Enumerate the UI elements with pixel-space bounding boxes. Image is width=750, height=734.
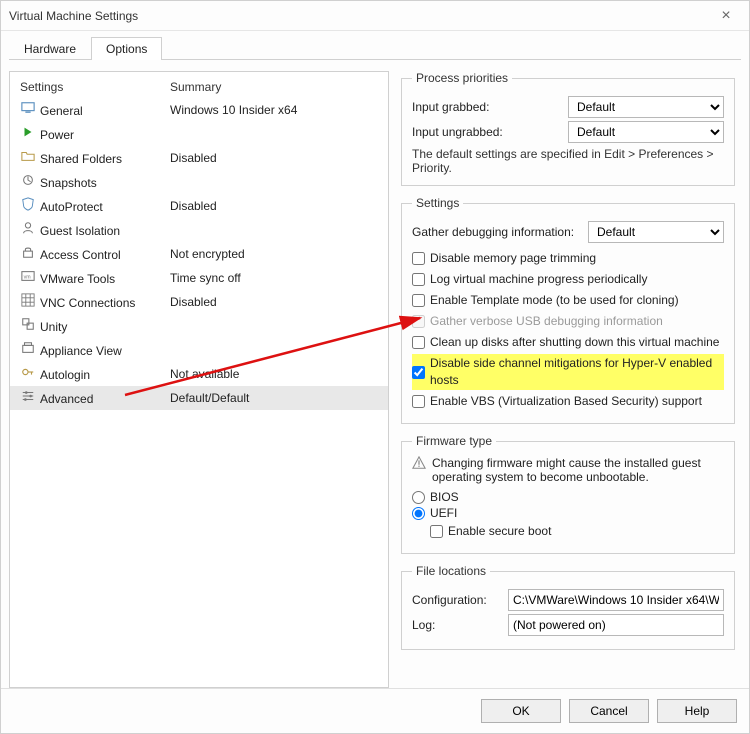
unity-icon	[20, 316, 36, 332]
log-label: Log:	[412, 618, 502, 632]
list-item-summary: Not encrypted	[170, 245, 378, 263]
sliders-icon	[20, 388, 36, 404]
screen-icon	[20, 100, 36, 116]
list-header: Settings Summary	[10, 78, 388, 98]
cancel-button[interactable]: Cancel	[569, 699, 649, 723]
list-item-name: Advanced	[40, 392, 93, 406]
cb-log-progress[interactable]: Log virtual machine progress periodicall…	[412, 270, 724, 289]
power-icon	[20, 124, 36, 140]
firmware-warning: Changing firmware might cause the instal…	[432, 456, 724, 484]
cb-vbs-support[interactable]: Enable VBS (Virtualization Based Securit…	[412, 392, 724, 411]
list-row-power[interactable]: Power	[10, 122, 388, 146]
list-item-summary: Disabled	[170, 197, 378, 215]
col-summary-header: Summary	[170, 80, 378, 94]
list-item-name: General	[40, 104, 83, 118]
file-locations-legend: File locations	[412, 564, 490, 578]
snapshot-icon	[20, 172, 36, 188]
list-row-vnc-connections[interactable]: VNC Connections Disabled	[10, 290, 388, 314]
list-item-summary: Not available	[170, 365, 378, 383]
tab-options[interactable]: Options	[91, 37, 162, 60]
priority-hint: The default settings are specified in Ed…	[412, 147, 724, 175]
log-path-field[interactable]	[508, 614, 724, 636]
settings-legend: Settings	[412, 196, 463, 210]
appliance-icon	[20, 340, 36, 356]
list-item-summary: Disabled	[170, 149, 378, 167]
list-item-name: Shared Folders	[40, 152, 122, 166]
svg-text:vm: vm	[24, 275, 32, 281]
list-item-summary: Windows 10 Insider x64	[170, 101, 378, 119]
list-row-autologin[interactable]: Autologin Not available	[10, 362, 388, 386]
list-row-advanced[interactable]: Advanced Default/Default	[10, 386, 388, 410]
list-item-name: VNC Connections	[40, 296, 135, 310]
close-icon[interactable]: ×	[711, 7, 741, 25]
cb-template-mode[interactable]: Enable Template mode (to be used for clo…	[412, 291, 724, 310]
grid-icon	[20, 292, 36, 308]
settings-list[interactable]: Settings Summary General Windows 10 Insid…	[9, 71, 389, 688]
process-priorities-legend: Process priorities	[412, 71, 512, 85]
vm-icon: vm	[20, 268, 36, 284]
list-item-name: Unity	[40, 320, 67, 334]
input-ungrabbed-label: Input ungrabbed:	[412, 125, 562, 139]
gather-label: Gather debugging information:	[412, 225, 582, 239]
list-item-name: Appliance View	[40, 344, 122, 358]
list-item-summary: Disabled	[170, 293, 378, 311]
list-row-autoprotect[interactable]: AutoProtect Disabled	[10, 194, 388, 218]
cb-side-channel[interactable]: Disable side channel mitigations for Hyp…	[412, 354, 724, 390]
input-ungrabbed-select[interactable]: Default	[568, 121, 724, 143]
list-row-general[interactable]: General Windows 10 Insider x64	[10, 98, 388, 122]
input-grabbed-label: Input grabbed:	[412, 100, 562, 114]
lock-icon	[20, 244, 36, 260]
list-item-name: Autologin	[40, 368, 90, 382]
window-title: Virtual Machine Settings	[9, 9, 711, 23]
process-priorities-group: Process priorities Input grabbed: Defaul…	[401, 71, 735, 186]
input-grabbed-select[interactable]: Default	[568, 96, 724, 118]
list-rows: General Windows 10 Insider x64 Power Shared…	[10, 98, 388, 410]
cb-disable-mem-trim[interactable]: Disable memory page trimming	[412, 249, 724, 268]
firmware-legend: Firmware type	[412, 434, 496, 448]
ok-button[interactable]: OK	[481, 699, 561, 723]
tab-strip: Hardware Options	[1, 31, 749, 60]
list-row-unity[interactable]: Unity	[10, 314, 388, 338]
list-item-name: Access Control	[40, 248, 121, 262]
list-row-vmware-tools[interactable]: vm VMware Tools Time sync off	[10, 266, 388, 290]
firmware-group: Firmware type Changing firmware might ca…	[401, 434, 735, 554]
radio-bios[interactable]: BIOS	[412, 490, 724, 504]
file-locations-group: File locations Configuration: Log:	[401, 564, 735, 650]
config-label: Configuration:	[412, 593, 502, 607]
settings-group: Settings Gather debugging information: D…	[401, 196, 735, 424]
list-item-name: Power	[40, 128, 74, 142]
list-row-access-control[interactable]: Access Control Not encrypted	[10, 242, 388, 266]
list-item-summary: Time sync off	[170, 269, 378, 287]
list-item-summary: Default/Default	[170, 389, 378, 407]
shield-icon	[20, 196, 36, 212]
list-item-name: VMware Tools	[40, 272, 115, 286]
options-panel: Process priorities Input grabbed: Defaul…	[401, 71, 741, 688]
help-button[interactable]: Help	[657, 699, 737, 723]
gather-select[interactable]: Default	[588, 221, 724, 243]
cb-cleanup-disks[interactable]: Clean up disks after shutting down this …	[412, 333, 724, 352]
list-item-name: AutoProtect	[40, 200, 103, 214]
list-row-appliance-view[interactable]: Appliance View	[10, 338, 388, 362]
dialog-footer: OK Cancel Help	[1, 688, 749, 733]
vm-settings-window: Virtual Machine Settings × Hardware Opti…	[0, 0, 750, 734]
titlebar: Virtual Machine Settings ×	[1, 1, 749, 31]
tab-hardware[interactable]: Hardware	[9, 37, 91, 60]
list-row-snapshots[interactable]: Snapshots	[10, 170, 388, 194]
list-row-shared-folders[interactable]: Shared Folders Disabled	[10, 146, 388, 170]
radio-uefi[interactable]: UEFI	[412, 506, 724, 520]
list-item-name: Snapshots	[40, 176, 97, 190]
folder-icon	[20, 148, 36, 164]
content-area: Settings Summary General Windows 10 Insid…	[1, 61, 749, 688]
list-item-name: Guest Isolation	[40, 224, 120, 238]
key-icon	[20, 364, 36, 380]
list-row-guest-isolation[interactable]: Guest Isolation	[10, 218, 388, 242]
warning-icon	[412, 456, 426, 473]
config-path-field[interactable]	[508, 589, 724, 611]
cb-secure-boot[interactable]: Enable secure boot	[430, 522, 724, 541]
col-settings-header: Settings	[20, 80, 170, 94]
cb-usb-verbose: Gather verbose USB debugging information	[412, 312, 724, 331]
guest-icon	[20, 220, 36, 236]
